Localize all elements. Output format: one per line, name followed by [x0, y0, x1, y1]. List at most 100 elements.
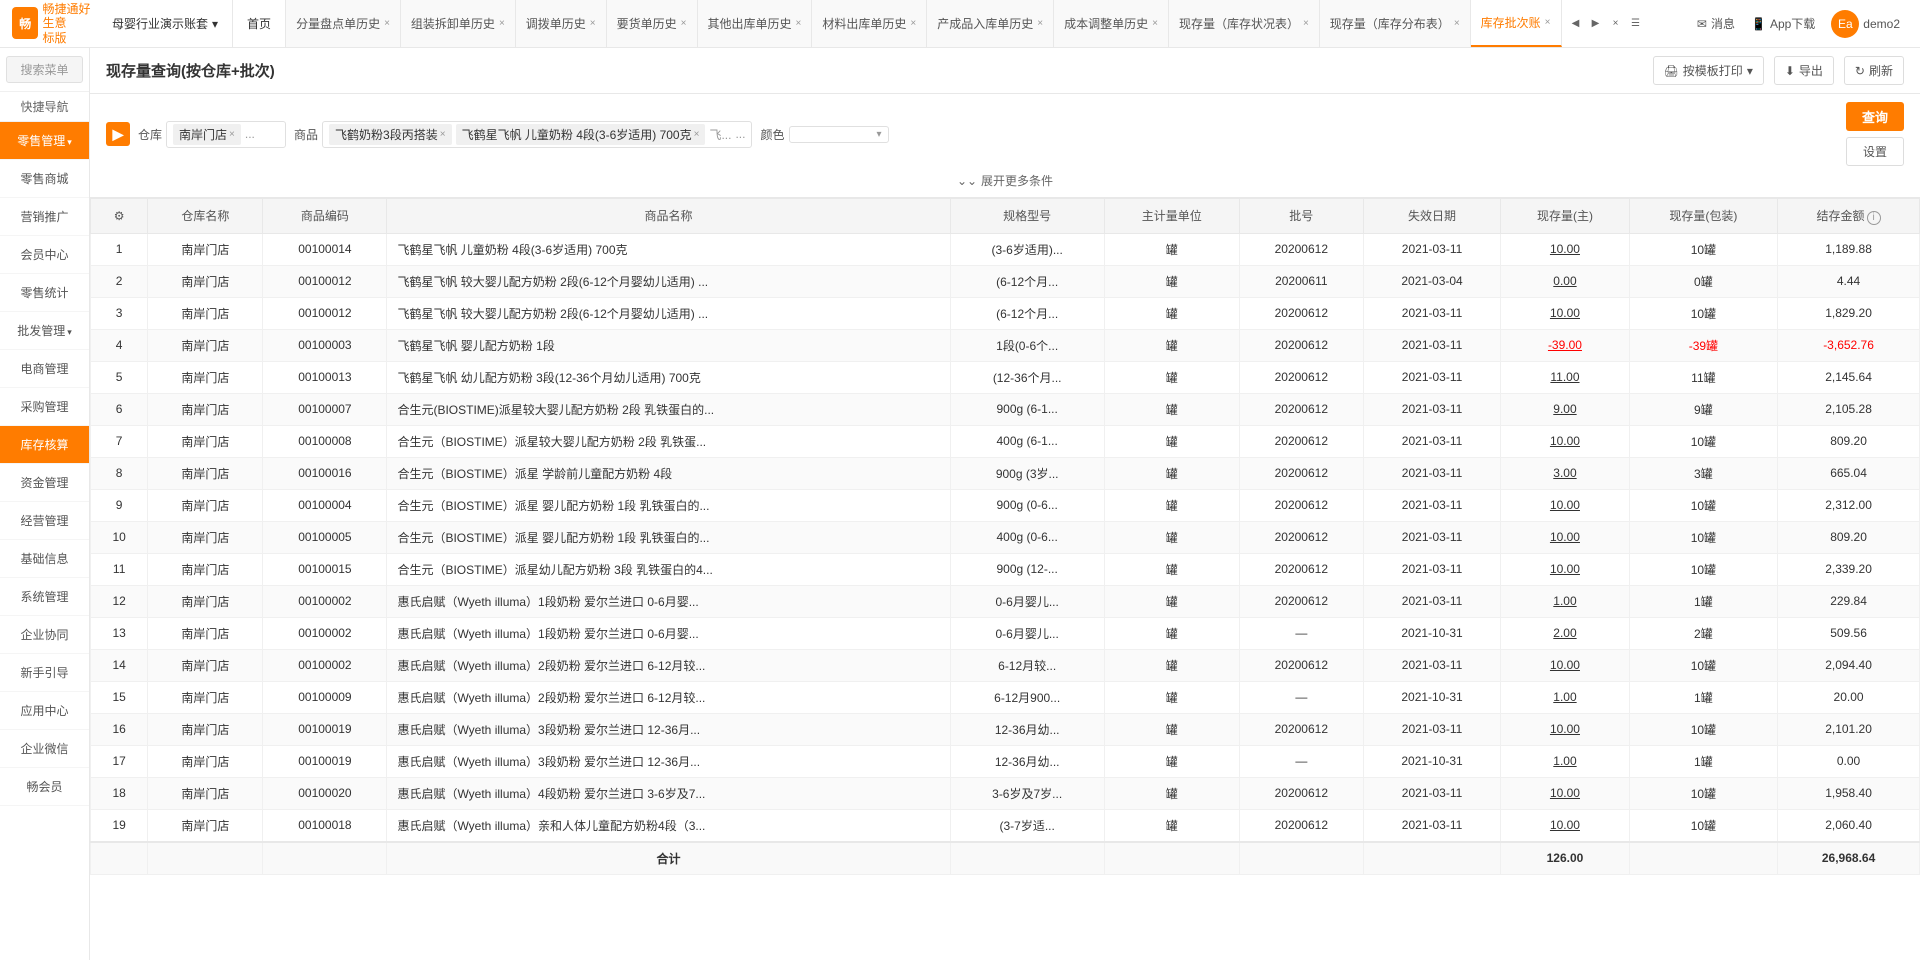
tab-close-icon[interactable]: × — [1454, 18, 1460, 29]
tab-xian-cun-fen[interactable]: 现存量（库存分布表） × — [1320, 0, 1471, 47]
table-row[interactable]: 9 南岸门店 00100004 合生元（BIOSTIME）派星 婴儿配方奶粉 1… — [91, 489, 1920, 521]
sidebar-quick-nav[interactable]: 快捷导航 — [0, 92, 89, 122]
message-btn[interactable]: ✉ 消息 — [1697, 15, 1735, 32]
table-row[interactable]: 8 南岸门店 00100016 合生元（BIOSTIME）派星 学龄前儿童配方奶… — [91, 457, 1920, 489]
search-input[interactable]: 搜索菜单 — [6, 56, 83, 83]
cell-qty-main[interactable]: 10.00 — [1501, 233, 1629, 265]
sidebar-item-member[interactable]: 会员中心 — [0, 236, 89, 274]
user-avatar-area[interactable]: Ea demo2 — [1831, 10, 1900, 38]
nav-dropdown[interactable]: 母婴行业演示账套 ▾ — [102, 0, 233, 47]
sidebar-search-area[interactable]: 搜索菜单 — [0, 48, 89, 92]
sidebar-item-finance[interactable]: 资金管理 — [0, 464, 89, 502]
sidebar-item-stats[interactable]: 零售统计 — [0, 274, 89, 312]
tab-close-icon[interactable]: × — [499, 18, 505, 29]
sidebar-item-ecommerce[interactable]: 电商管理 — [0, 350, 89, 388]
tab-yao-huo[interactable]: 要货单历史 × — [607, 0, 698, 47]
sidebar-item-mall[interactable]: 零售商城 — [0, 160, 89, 198]
table-row[interactable]: 15 南岸门店 00100009 惠氏启赋（Wyeth illuma）2段奶粉 … — [91, 681, 1920, 713]
tab-close-icon[interactable]: × — [1037, 18, 1043, 29]
sidebar-item-collab[interactable]: 企业协同 — [0, 616, 89, 654]
sidebar-item-guide[interactable]: 新手引导 — [0, 654, 89, 692]
table-row[interactable]: 12 南岸门店 00100002 惠氏启赋（Wyeth illuma）1段奶粉 … — [91, 585, 1920, 617]
tab-qi-ta-chu[interactable]: 其他出库单历史 × — [698, 0, 813, 47]
product-tag-1-close[interactable]: × — [440, 129, 446, 140]
sidebar-item-operations[interactable]: 经营管理 — [0, 502, 89, 540]
table-row[interactable]: 17 南岸门店 00100019 惠氏启赋（Wyeth illuma）3段奶粉 … — [91, 745, 1920, 777]
sidebar-item-inventory[interactable]: 库存核算 — [0, 426, 89, 464]
cell-qty-main[interactable]: 10.00 — [1501, 425, 1629, 457]
table-row[interactable]: 13 南岸门店 00100002 惠氏启赋（Wyeth illuma）1段奶粉 … — [91, 617, 1920, 649]
tab-chan-cheng[interactable]: 产成品入库单历史 × — [927, 0, 1054, 47]
cell-qty-main[interactable]: 2.00 — [1501, 617, 1629, 649]
table-row[interactable]: 6 南岸门店 00100007 合生元(BIOSTIME)派星较大婴儿配方奶粉 … — [91, 393, 1920, 425]
sidebar-item-vip[interactable]: 畅会员 — [0, 768, 89, 806]
warehouse-tag-close[interactable]: × — [229, 129, 235, 140]
table-row[interactable]: 16 南岸门店 00100019 惠氏启赋（Wyeth illuma）3段奶粉 … — [91, 713, 1920, 745]
col-settings[interactable]: ⚙ — [91, 199, 148, 234]
sidebar-item-system[interactable]: 系统管理 — [0, 578, 89, 616]
cell-qty-main[interactable]: 1.00 — [1501, 681, 1629, 713]
sidebar-item-wholesale[interactable]: 批发管理▾ — [0, 312, 89, 350]
tab-close-icon[interactable]: × — [1303, 18, 1309, 29]
sidebar-item-app[interactable]: 应用中心 — [0, 692, 89, 730]
color-tag-container[interactable]: ▾ — [789, 126, 889, 143]
cell-qty-main[interactable]: 1.00 — [1501, 585, 1629, 617]
cell-qty-main[interactable]: -39.00 — [1501, 329, 1629, 361]
cell-qty-main[interactable]: 3.00 — [1501, 457, 1629, 489]
cell-qty-main[interactable]: 10.00 — [1501, 649, 1629, 681]
warehouse-tag-container[interactable]: 南岸门店 × ... — [166, 121, 286, 148]
gear-icon[interactable]: ⚙ — [114, 209, 125, 223]
tab-close-current[interactable]: × — [1606, 14, 1626, 34]
table-row[interactable]: 4 南岸门店 00100003 飞鹤星飞帆 婴儿配方奶粉 1段 1段(0-6个.… — [91, 329, 1920, 361]
filter-expand-button[interactable]: ▶ — [106, 122, 130, 146]
tab-pi-ci-zhang[interactable]: 库存批次账 × — [1471, 0, 1562, 47]
sidebar-item-retail[interactable]: 零售管理▾ — [0, 122, 89, 160]
tab-prev-arrow[interactable]: ◀ — [1566, 14, 1586, 34]
cell-qty-main[interactable]: 10.00 — [1501, 489, 1629, 521]
tab-close-icon[interactable]: × — [796, 18, 802, 29]
tab-zu-zhuang[interactable]: 组装拆卸单历史 × — [401, 0, 516, 47]
tab-cheng-ben[interactable]: 成本调整单历史 × — [1054, 0, 1169, 47]
tab-close-icon[interactable]: × — [590, 18, 596, 29]
tab-xian-cun-kuang[interactable]: 现存量（库存状况表） × — [1169, 0, 1320, 47]
cell-qty-main[interactable]: 0.00 — [1501, 265, 1629, 297]
sidebar-item-basic[interactable]: 基础信息 — [0, 540, 89, 578]
tab-close-icon[interactable]: × — [1545, 17, 1551, 28]
table-row[interactable]: 5 南岸门店 00100013 飞鹤星飞帆 幼儿配方奶粉 3段(12-36个月幼… — [91, 361, 1920, 393]
table-row[interactable]: 10 南岸门店 00100005 合生元（BIOSTIME）派星 婴儿配方奶粉 … — [91, 521, 1920, 553]
tab-close-icon[interactable]: × — [1152, 18, 1158, 29]
expand-more-btn[interactable]: ⌄⌄ 展开更多条件 — [106, 172, 1904, 189]
export-button[interactable]: ⬇ 导出 — [1774, 56, 1834, 85]
product-tag-2-close[interactable]: × — [694, 129, 700, 140]
sidebar-item-marketing[interactable]: 营销推广 — [0, 198, 89, 236]
query-button[interactable]: 查询 — [1846, 102, 1904, 131]
cell-qty-main[interactable]: 10.00 — [1501, 521, 1629, 553]
tab-close-icon[interactable]: × — [681, 18, 687, 29]
table-row[interactable]: 14 南岸门店 00100002 惠氏启赋（Wyeth illuma）2段奶粉 … — [91, 649, 1920, 681]
table-row[interactable]: 19 南岸门店 00100018 惠氏启赋（Wyeth illuma）亲和人体儿… — [91, 809, 1920, 842]
tab-cai-liao[interactable]: 材料出库单历史 × — [812, 0, 927, 47]
settings-button[interactable]: 设置 — [1846, 137, 1904, 166]
cell-qty-main[interactable]: 10.00 — [1501, 777, 1629, 809]
tab-next-arrow[interactable]: ▶ — [1586, 14, 1606, 34]
tab-close-icon[interactable]: × — [384, 18, 390, 29]
sidebar-item-purchase[interactable]: 采购管理 — [0, 388, 89, 426]
tab-diao-bo[interactable]: 调拨单历史 × — [516, 0, 607, 47]
table-row[interactable]: 11 南岸门店 00100015 合生元（BIOSTIME）派星幼儿配方奶粉 3… — [91, 553, 1920, 585]
table-row[interactable]: 7 南岸门店 00100008 合生元（BIOSTIME）派星较大婴儿配方奶粉 … — [91, 425, 1920, 457]
tab-home[interactable]: 首页 — [233, 0, 286, 47]
table-row[interactable]: 2 南岸门店 00100012 飞鹤星飞帆 较大婴儿配方奶粉 2段(6-12个月… — [91, 265, 1920, 297]
sidebar-item-wechat[interactable]: 企业微信 — [0, 730, 89, 768]
cell-qty-main[interactable]: 10.00 — [1501, 809, 1629, 842]
table-row[interactable]: 3 南岸门店 00100012 飞鹤星飞帆 较大婴儿配方奶粉 2段(6-12个月… — [91, 297, 1920, 329]
amount-info-icon[interactable]: i — [1867, 211, 1881, 225]
cell-qty-main[interactable]: 9.00 — [1501, 393, 1629, 425]
template-print-button[interactable]: 🖨 按模板打印 ▾ — [1653, 56, 1764, 85]
cell-qty-main[interactable]: 10.00 — [1501, 713, 1629, 745]
refresh-button[interactable]: ↻ 刷新 — [1844, 56, 1904, 85]
tab-close-icon[interactable]: × — [910, 18, 916, 29]
product-tag-container[interactable]: 飞鹤奶粉3段丙搭装 × 飞鹤星飞帆 儿童奶粉 4段(3-6岁适用) 700克 ×… — [322, 121, 752, 148]
cell-qty-main[interactable]: 1.00 — [1501, 745, 1629, 777]
table-row[interactable]: 18 南岸门店 00100020 惠氏启赋（Wyeth illuma）4段奶粉 … — [91, 777, 1920, 809]
tab-fen-liang[interactable]: 分量盘点单历史 × — [286, 0, 401, 47]
